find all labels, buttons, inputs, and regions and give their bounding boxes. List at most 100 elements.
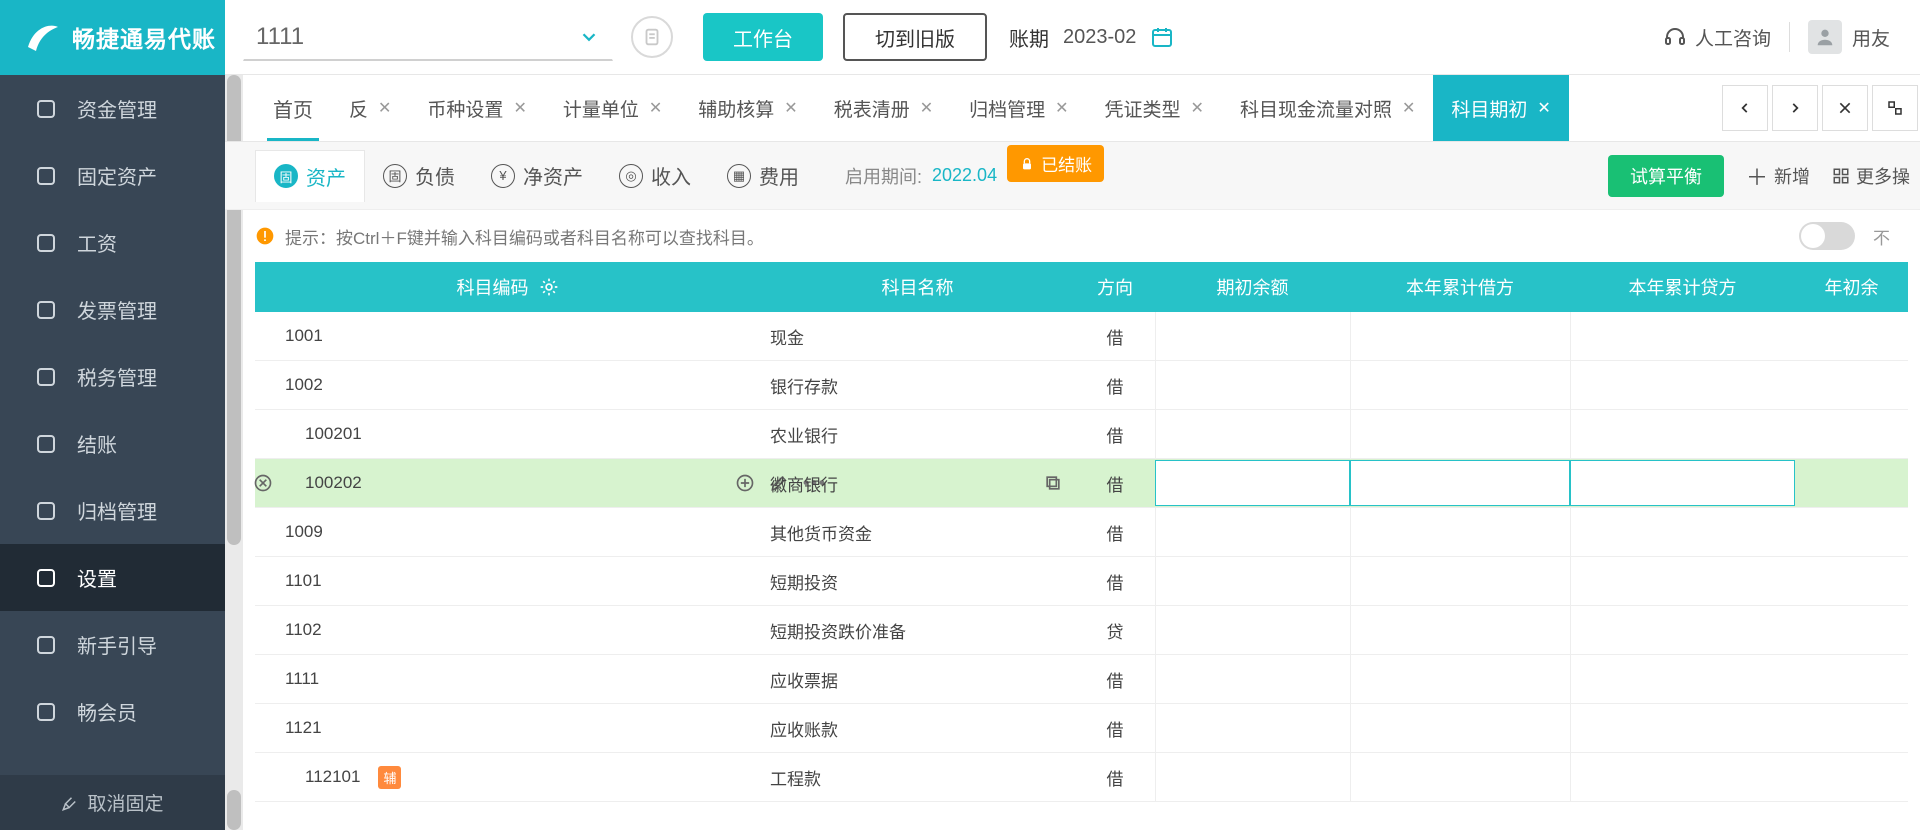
tab-close-icon[interactable]: ✕ <box>1537 98 1550 118</box>
cell-open-balance[interactable] <box>1155 557 1350 605</box>
cell-open-balance[interactable] <box>1155 655 1350 703</box>
cell-ytd-debit[interactable] <box>1350 753 1570 801</box>
cell-open-balance[interactable] <box>1155 312 1350 360</box>
cell-ytd-debit[interactable] <box>1350 557 1570 605</box>
more-actions-button[interactable]: 更多操 <box>1832 163 1910 189</box>
row-delete-icon[interactable] <box>253 473 273 493</box>
tab-close-icon[interactable]: ✕ <box>920 98 933 118</box>
cell-ytd-credit[interactable] <box>1570 361 1795 409</box>
cell-ytd-credit[interactable] <box>1570 460 1795 506</box>
tabs-expand-button[interactable] <box>1872 85 1918 131</box>
consult-link[interactable]: 人工咨询 <box>1663 24 1771 51</box>
table-row[interactable]: 1111应收票据借 <box>255 655 1908 704</box>
tab-close-icon[interactable]: ✕ <box>784 98 797 118</box>
workbench-button[interactable]: 工作台 <box>703 13 823 61</box>
subtab-1[interactable]: 固负债 <box>365 150 473 202</box>
tab-7[interactable]: 凭证类型✕ <box>1087 75 1222 141</box>
col-code[interactable]: 科目编码 <box>255 274 760 300</box>
table-row[interactable]: 100202•••徽商银行借 <box>255 459 1908 508</box>
cell-open-balance[interactable] <box>1155 704 1350 752</box>
sidebar-item-fixed[interactable]: 固定资产 <box>0 142 225 209</box>
sidebar-item-money[interactable]: 资金管理 <box>0 75 225 142</box>
user-menu[interactable]: 用友 <box>1808 20 1890 54</box>
cell-open-balance[interactable] <box>1155 460 1350 506</box>
cell-ytd-credit[interactable] <box>1570 606 1795 654</box>
sidebar-item-tax[interactable]: 税务管理 <box>0 343 225 410</box>
calendar-icon[interactable] <box>1150 25 1174 49</box>
cell-ytd-credit[interactable] <box>1570 312 1795 360</box>
tab-close-icon[interactable]: ✕ <box>1402 98 1415 118</box>
tab-6[interactable]: 归档管理✕ <box>951 75 1086 141</box>
tab-close-icon[interactable]: ✕ <box>378 98 391 118</box>
table-row[interactable]: 1101短期投资借 <box>255 557 1908 606</box>
tab-close-icon[interactable]: ✕ <box>1055 98 1068 118</box>
tab-4[interactable]: 辅助核算✕ <box>680 75 815 141</box>
col-name[interactable]: 科目名称 <box>760 274 1075 300</box>
table-row[interactable]: 1121应收账款借 <box>255 704 1908 753</box>
col-ytd-credit[interactable]: 本年累计贷方 <box>1570 274 1795 300</box>
clipboard-button[interactable] <box>631 16 673 58</box>
tab-2[interactable]: 币种设置✕ <box>409 75 544 141</box>
cell-ytd-debit[interactable] <box>1350 361 1570 409</box>
enable-period-value[interactable]: 2022.04 <box>932 165 997 186</box>
col-open-balance[interactable]: 期初余额 <box>1155 274 1350 300</box>
cell-ytd-credit[interactable] <box>1570 704 1795 752</box>
cell-open-balance[interactable] <box>1155 361 1350 409</box>
toggle-switch[interactable] <box>1799 222 1855 250</box>
gear-icon[interactable] <box>539 277 559 297</box>
period-value[interactable]: 2023-02 <box>1063 26 1136 49</box>
sidebar-item-invoice[interactable]: 发票管理 <box>0 276 225 343</box>
row-add-icon[interactable] <box>735 473 755 493</box>
cell-ytd-debit[interactable] <box>1350 606 1570 654</box>
table-row[interactable]: 1009其他货币资金借 <box>255 508 1908 557</box>
sidebar-item-salary[interactable]: 工资 <box>0 209 225 276</box>
new-button[interactable]: ＋新增 <box>1746 160 1810 192</box>
tabs-close-button[interactable] <box>1822 85 1868 131</box>
cell-ytd-debit[interactable] <box>1350 655 1570 703</box>
col-dir[interactable]: 方向 <box>1075 274 1155 300</box>
table-row[interactable]: 100201农业银行借 <box>255 410 1908 459</box>
cell-ytd-credit[interactable] <box>1570 753 1795 801</box>
switch-old-button[interactable]: 切到旧版 <box>843 13 987 61</box>
cell-ytd-debit[interactable] <box>1350 312 1570 360</box>
cell-ytd-debit[interactable] <box>1350 410 1570 458</box>
tab-close-icon[interactable]: ✕ <box>1191 98 1204 118</box>
cell-ytd-credit[interactable] <box>1570 508 1795 556</box>
cell-ytd-credit[interactable] <box>1570 410 1795 458</box>
cell-ytd-debit[interactable] <box>1350 460 1570 506</box>
cell-open-balance[interactable] <box>1155 410 1350 458</box>
tab-3[interactable]: 计量单位✕ <box>545 75 680 141</box>
sidebar-item-close[interactable]: 结账 <box>0 410 225 477</box>
tabs-next-button[interactable] <box>1772 85 1818 131</box>
table-row[interactable]: 112101辅工程款借 <box>255 753 1908 802</box>
col-year-init[interactable]: 年初余 <box>1795 274 1908 300</box>
unpin-sidebar-button[interactable]: 取消固定 <box>0 775 225 830</box>
table-row[interactable]: 1102短期投资跌价准备贷 <box>255 606 1908 655</box>
tab-0[interactable]: 首页 <box>255 75 331 141</box>
tab-9[interactable]: 科目期初✕ <box>1433 75 1568 141</box>
cell-open-balance[interactable] <box>1155 606 1350 654</box>
trial-balance-button[interactable]: 试算平衡 <box>1608 155 1724 197</box>
col-ytd-debit[interactable]: 本年累计借方 <box>1350 274 1570 300</box>
cell-open-balance[interactable] <box>1155 753 1350 801</box>
subtab-4[interactable]: ▦费用 <box>709 150 817 202</box>
subtab-2[interactable]: ¥净资产 <box>473 150 601 202</box>
tab-5[interactable]: 税表清册✕ <box>816 75 951 141</box>
tab-close-icon[interactable]: ✕ <box>513 98 526 118</box>
cell-ytd-debit[interactable] <box>1350 508 1570 556</box>
sidebar-item-settings[interactable]: 设置 <box>0 544 225 611</box>
sidebar-item-vip[interactable]: 畅会员 <box>0 678 225 745</box>
cell-open-balance[interactable] <box>1155 508 1350 556</box>
sidebar-item-archive[interactable]: 归档管理 <box>0 477 225 544</box>
enterprise-selector[interactable]: 1111 <box>243 13 613 61</box>
subtab-3[interactable]: ◎收入 <box>601 150 709 202</box>
table-row[interactable]: 1001现金借 <box>255 312 1908 361</box>
tabs-prev-button[interactable] <box>1722 85 1768 131</box>
cell-ytd-credit[interactable] <box>1570 655 1795 703</box>
tab-8[interactable]: 科目现金流量对照✕ <box>1222 75 1433 141</box>
cell-ytd-debit[interactable] <box>1350 704 1570 752</box>
tab-1[interactable]: 反✕ <box>331 75 409 141</box>
sidebar-item-guide[interactable]: 新手引导 <box>0 611 225 678</box>
row-copy-icon[interactable] <box>1043 473 1063 493</box>
table-row[interactable]: 1002银行存款借 <box>255 361 1908 410</box>
